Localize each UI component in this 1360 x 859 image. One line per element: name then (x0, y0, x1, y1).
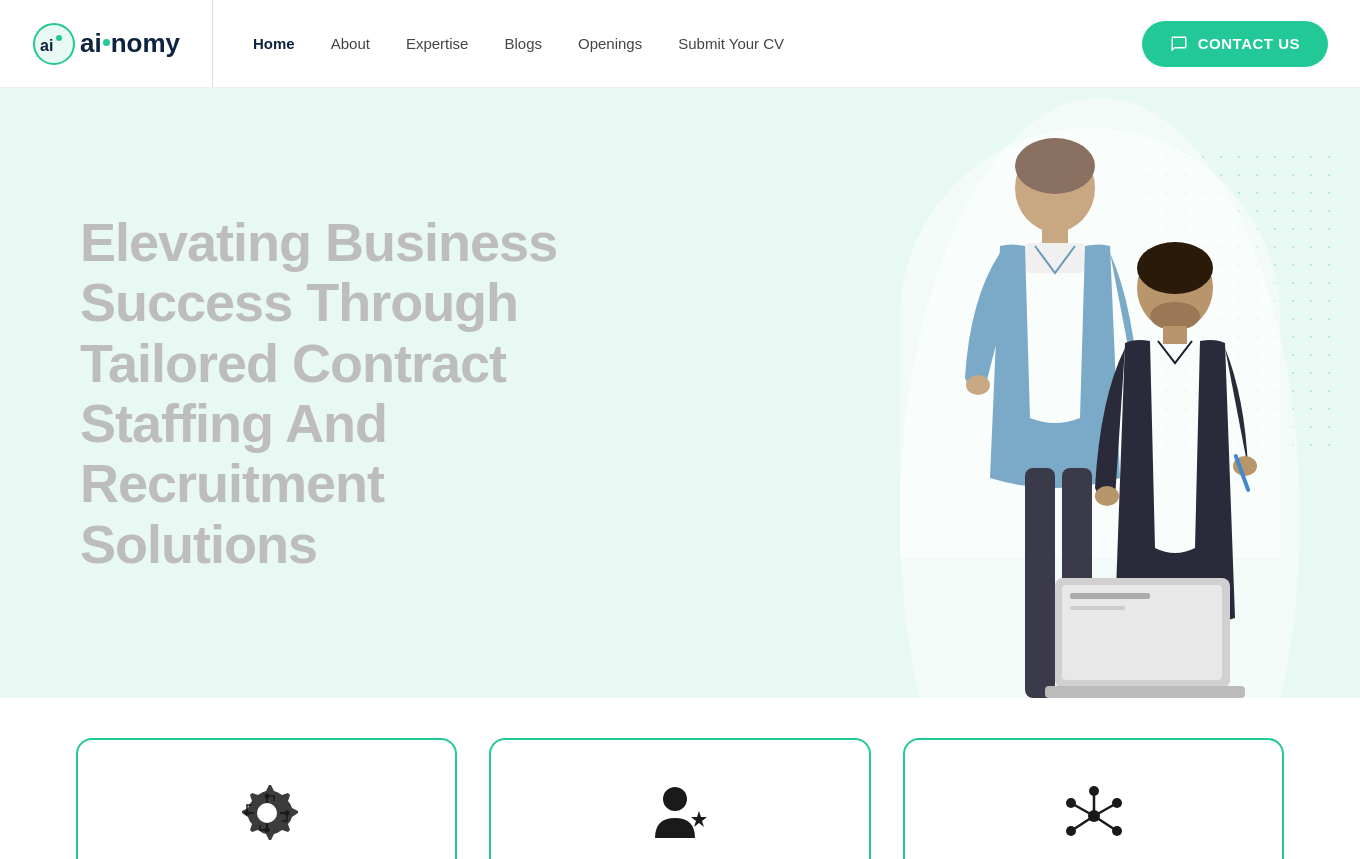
feature-card-specialized-sectors: Specialized Sectors (76, 738, 457, 859)
svg-line-46 (1071, 816, 1094, 831)
navbar: ai ainomy Home About Expertise Blogs Ope… (0, 0, 1360, 88)
svg-point-27 (257, 803, 277, 823)
contact-us-button[interactable]: CONTACT US (1142, 21, 1328, 67)
logo-svg-icon: ai (32, 22, 76, 66)
svg-line-44 (1071, 803, 1094, 816)
feature-card-tailored-strategies: Tailored Strategies (489, 738, 870, 859)
hero-title: Elevating Business Success Through Tailo… (80, 212, 600, 575)
svg-point-9 (966, 375, 990, 395)
svg-rect-8 (1025, 243, 1085, 273)
svg-rect-24 (1070, 593, 1150, 599)
logo-icon-wrap: ai ainomy (32, 22, 180, 66)
navbar-cta: CONTACT US (1142, 21, 1328, 67)
hero-image-area (612, 88, 1360, 698)
svg-line-45 (1094, 803, 1117, 816)
nav-link-expertise[interactable]: Expertise (406, 35, 469, 52)
nav-link-openings[interactable]: Openings (578, 35, 642, 52)
logo-dot (103, 39, 110, 46)
svg-text:ai: ai (40, 37, 53, 54)
svg-rect-11 (1025, 468, 1055, 698)
svg-line-47 (1094, 816, 1117, 831)
navbar-links: Home About Expertise Blogs Openings Subm… (253, 35, 1142, 52)
logo-nomy: nomy (111, 28, 180, 58)
svg-point-36 (663, 787, 687, 811)
nav-link-about[interactable]: About (331, 35, 370, 52)
svg-point-14 (1137, 242, 1213, 294)
nav-link-submit-cv[interactable]: Submit Your CV (678, 35, 784, 52)
svg-rect-16 (1163, 326, 1187, 344)
svg-marker-37 (691, 811, 707, 827)
logo-ai: ai (80, 28, 102, 58)
nav-link-home[interactable]: Home (253, 35, 295, 52)
extensive-network-icon (1058, 780, 1128, 850)
svg-point-15 (1150, 302, 1200, 330)
logo: ai ainomy (32, 0, 213, 87)
hero-content: Elevating Business Success Through Tailo… (0, 132, 680, 655)
laptop (1045, 578, 1245, 698)
specialized-sectors-icon (232, 780, 302, 850)
hero-people-illustration (870, 98, 1330, 698)
hero-section: Elevating Business Success Through Tailo… (0, 88, 1360, 698)
tailored-strategies-icon (645, 780, 715, 850)
svg-point-17 (1095, 486, 1119, 506)
svg-rect-25 (1070, 606, 1125, 610)
logo-text: ainomy (80, 28, 180, 59)
svg-point-6 (1015, 138, 1095, 194)
svg-rect-23 (1062, 585, 1222, 680)
contact-us-label: CONTACT US (1198, 35, 1300, 52)
features-section: Specialized Sectors Tailored Strategies (0, 738, 1360, 859)
svg-point-2 (56, 35, 62, 41)
nav-link-blogs[interactable]: Blogs (504, 35, 542, 52)
svg-rect-26 (1045, 686, 1245, 698)
feature-card-extensive-network: Extensive Network (903, 738, 1284, 859)
chat-icon (1170, 35, 1188, 53)
